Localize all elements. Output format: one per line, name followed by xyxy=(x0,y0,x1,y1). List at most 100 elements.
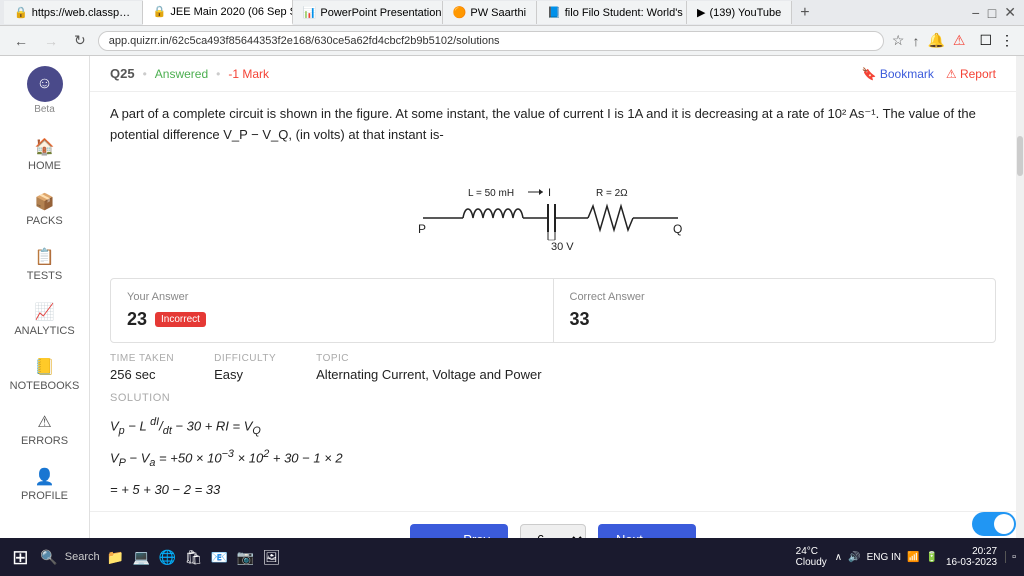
taskbar-store[interactable]: 🛍 xyxy=(184,547,204,567)
back-button[interactable]: ← xyxy=(10,31,32,51)
solution-line2: VP − Va = +50 × 10−3 × 102 + 30 − 1 × 2 xyxy=(110,444,996,475)
windows-start-button[interactable]: ⊞ xyxy=(8,543,33,572)
search-label: Search xyxy=(65,551,100,563)
tab-6-icon: ▶ xyxy=(697,6,705,19)
new-tab-button[interactable]: + xyxy=(796,2,813,24)
tab-3-label: PowerPoint Presentation xyxy=(320,7,441,19)
sidebar-item-notebooks[interactable]: 📒 NOTEBOOKS xyxy=(0,349,89,400)
question-header: Q25 • Answered • -1 Mark 🔖 Bookmark ⚠ Re… xyxy=(90,56,1016,92)
bookmark-star-icon[interactable]: ☆ xyxy=(892,32,905,49)
svg-text:I: I xyxy=(548,187,551,199)
reload-button[interactable]: ↻ xyxy=(70,30,90,51)
tab-1-label: https://web.classplusapp.com/h... xyxy=(32,7,132,19)
sidebar-item-errors[interactable]: ⚠ ERRORS xyxy=(0,404,89,455)
sidebar-label-analytics: ANALYTICS xyxy=(14,325,74,337)
answer-section: Your Answer 23 Incorrect Correct Answer … xyxy=(110,278,996,343)
your-answer-number: 23 xyxy=(127,309,147,330)
tab-2-icon: 🔒 xyxy=(153,5,167,18)
svg-text:Q: Q xyxy=(673,222,682,236)
sidebar-item-profile[interactable]: 👤 PROFILE xyxy=(0,459,89,510)
close-button[interactable]: ✕ xyxy=(1000,2,1020,23)
taskbar-file-explorer[interactable]: 📁 xyxy=(106,547,126,567)
clock: 20:27 16-03-2023 xyxy=(946,546,997,568)
difficulty-label: DIFFICULTY xyxy=(214,353,276,364)
circuit-diagram: P Q I L = 50 mH R = 2Ω 30 V xyxy=(110,168,996,268)
tab-3-icon: 📊 xyxy=(303,6,317,19)
scroll-thumb[interactable] xyxy=(1017,136,1023,176)
packs-icon: 📦 xyxy=(35,192,55,212)
solution-line1: Vp − L dI/dt − 30 + RI = VQ xyxy=(110,412,996,443)
url-bar[interactable]: app.quizrr.in/62c5ca493f85644353f2e168/6… xyxy=(98,31,884,51)
tests-icon: 📋 xyxy=(35,247,55,267)
taskbar-terminal[interactable]: 💻 xyxy=(132,547,152,567)
tab-3[interactable]: 📊 PowerPoint Presentation xyxy=(293,1,443,24)
tab-5-icon: 📘 xyxy=(547,6,561,19)
page-select[interactable]: 6 7 8 xyxy=(520,524,586,538)
solution-label: SOLUTION xyxy=(110,392,996,404)
tab-5[interactable]: 📘 filo Filo Student: World's Only Live .… xyxy=(537,1,687,24)
tab-6[interactable]: ▶ (139) YouTube xyxy=(687,1,792,24)
toggle-switch[interactable] xyxy=(972,512,1016,536)
next-button[interactable]: Next → → xyxy=(598,524,696,538)
solution-math: Vp − L dI/dt − 30 + RI = VQ VP − Va = +5… xyxy=(110,412,996,503)
share-icon[interactable]: ↑ xyxy=(912,33,919,49)
question-meta: Q25 • Answered • -1 Mark xyxy=(110,66,269,81)
home-icon: 🏠 xyxy=(35,137,55,157)
volume-icon[interactable]: 🔊 xyxy=(848,552,860,563)
sidebar-item-packs[interactable]: 📦 PACKS xyxy=(0,184,89,235)
taskbar-camera[interactable]: 📷 xyxy=(236,547,256,567)
sidebar-item-analytics[interactable]: 📈 ANALYTICS xyxy=(0,294,89,345)
tab-bar: 🔒 https://web.classplusapp.com/h... 🔒 JE… xyxy=(0,0,1024,26)
correct-answer-label: Correct Answer xyxy=(570,291,980,303)
tab-6-label: (139) YouTube xyxy=(710,7,782,19)
analytics-icon: 📈 xyxy=(35,302,55,322)
taskbar-edge[interactable]: 🌐 xyxy=(158,547,178,567)
meta-divider: • xyxy=(143,67,147,81)
wifi-icon[interactable]: 📶 xyxy=(907,552,919,563)
logo-text: Beta xyxy=(34,104,55,115)
tab-2[interactable]: 🔒 JEE Main 2020 (06 Sep Shift ... ✕ xyxy=(143,0,293,25)
prev-button[interactable]: ← ← Prev xyxy=(410,524,508,538)
tray-chevron[interactable]: ∧ xyxy=(835,552,842,563)
circuit-svg: P Q I L = 50 mH R = 2Ω 30 V xyxy=(413,178,693,258)
settings-icon[interactable]: ⋮ xyxy=(1000,32,1014,49)
question-mark: -1 Mark xyxy=(228,67,269,81)
stat-time-taken: TIME TAKEN 256 sec xyxy=(110,353,174,382)
profile-icon: 👤 xyxy=(35,467,55,487)
notification-icon[interactable]: 🔔 xyxy=(927,32,944,49)
taskbar-search[interactable]: 🔍 xyxy=(39,547,59,567)
sidebar-label-packs: PACKS xyxy=(26,215,62,227)
tab-toggle-icon[interactable]: ☐ xyxy=(979,32,992,49)
taskbar-mail[interactable]: 📧 xyxy=(210,547,230,567)
svg-text:30 V: 30 V xyxy=(551,241,574,253)
tab-4-icon: 🟠 xyxy=(453,6,467,19)
toggle-float xyxy=(972,512,1016,536)
taskbar-photos[interactable]: 🖼 xyxy=(262,547,282,567)
maximize-button[interactable]: □ xyxy=(984,3,1000,23)
question-body: A part of a complete circuit is shown in… xyxy=(90,92,1016,158)
stat-topic: TOPIC Alternating Current, Voltage and P… xyxy=(316,353,541,382)
your-answer-label: Your Answer xyxy=(127,291,537,303)
main-container: ☺ Beta 🏠 HOME 📦 PACKS 📋 TESTS 📈 ANALYTIC… xyxy=(0,56,1024,538)
sidebar-item-tests[interactable]: 📋 TESTS xyxy=(0,239,89,290)
show-desktop-button[interactable]: ▫ xyxy=(1005,551,1016,563)
question-number: Q25 xyxy=(110,66,135,81)
tab-4-label: PW Saarthi xyxy=(470,7,526,19)
battery-icon: 🔋 xyxy=(925,552,937,563)
your-answer-value-row: 23 Incorrect xyxy=(127,309,537,330)
weather-widget: 24°C Cloudy xyxy=(796,546,827,568)
errors-icon: ⚠ xyxy=(37,412,51,432)
time-taken-value: 256 sec xyxy=(110,367,174,382)
tab-4[interactable]: 🟠 PW Saarthi xyxy=(443,1,537,24)
correct-answer-number: 33 xyxy=(570,309,980,330)
sidebar-item-home[interactable]: 🏠 HOME xyxy=(0,129,89,180)
report-button[interactable]: ⚠ Report xyxy=(946,67,996,81)
sys-tray: ∧ 🔊 ENG IN 📶 🔋 xyxy=(835,552,938,563)
bookmark-button[interactable]: 🔖 Bookmark xyxy=(862,67,934,81)
forward-button[interactable]: → xyxy=(40,31,62,51)
question-actions: 🔖 Bookmark ⚠ Report xyxy=(862,67,996,81)
question-status: Answered xyxy=(155,67,208,81)
tab-1[interactable]: 🔒 https://web.classplusapp.com/h... xyxy=(4,1,143,24)
minimize-button[interactable]: − xyxy=(968,3,984,23)
scrollbar[interactable] xyxy=(1016,56,1024,538)
